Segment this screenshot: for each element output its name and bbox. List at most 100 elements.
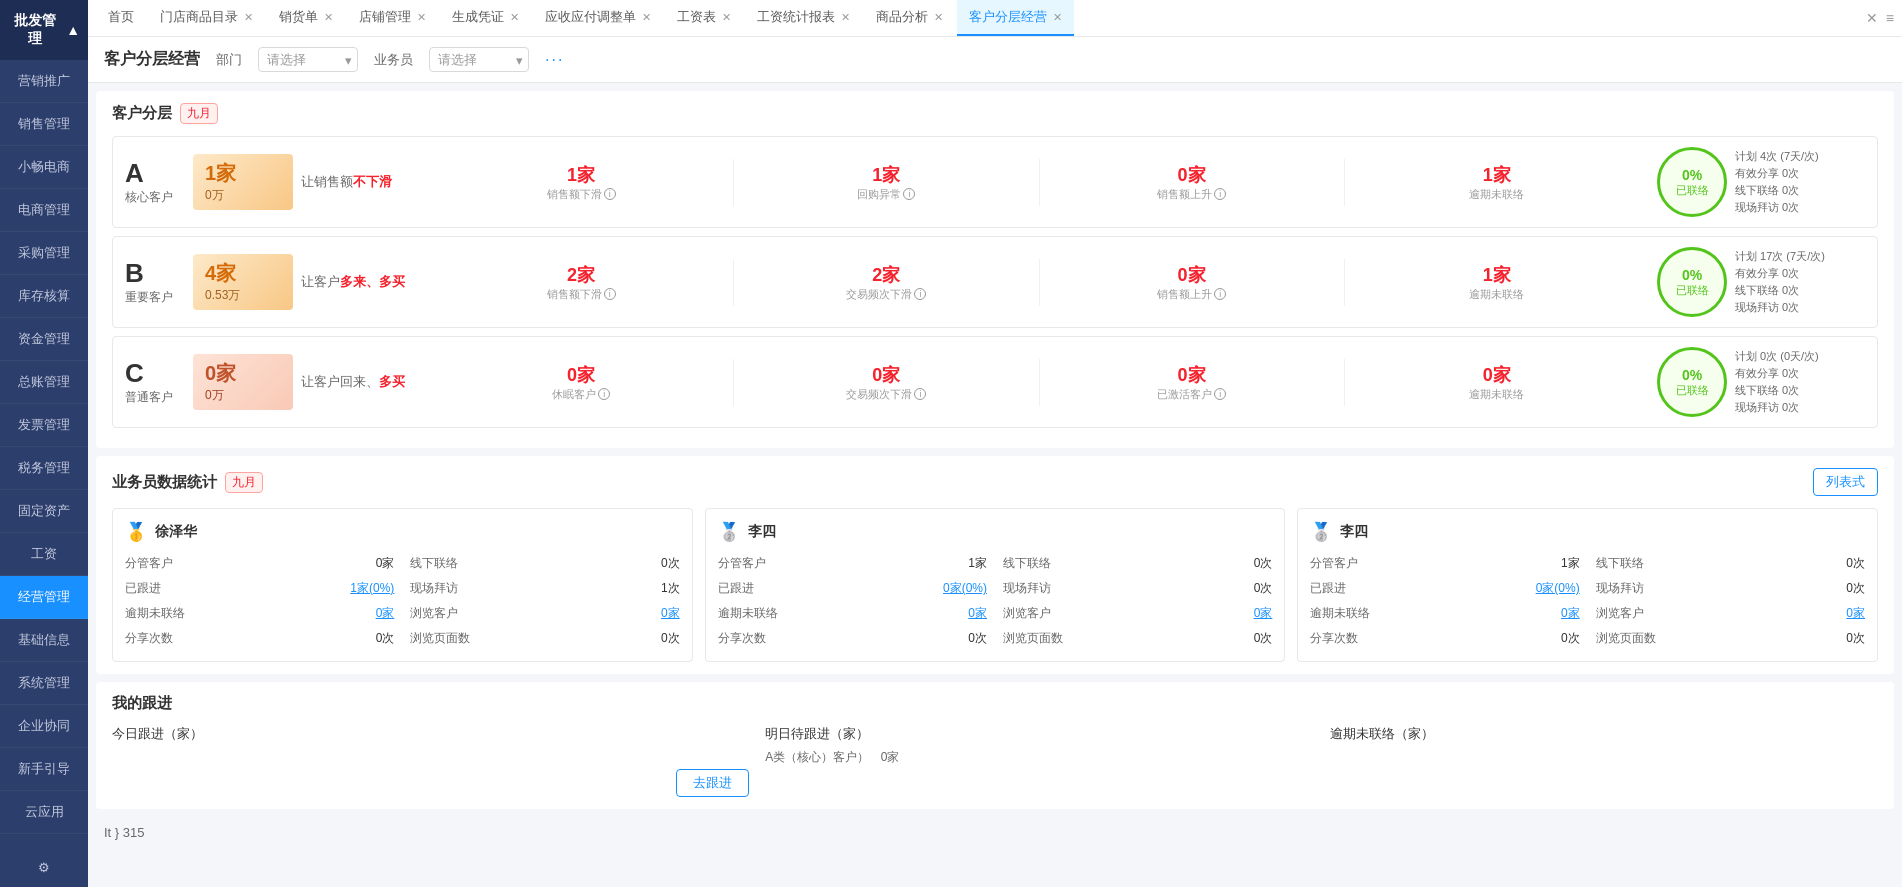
follow-section: 我的跟进 今日跟进（家） 去跟进 明日待跟进（家） A类（核心）客户） 0家 (96, 682, 1894, 809)
sidebar-item-tax[interactable]: 税务管理 (0, 447, 88, 490)
agent-card-0: 🥇 徐泽华 分管客户 0家 线下联络 0次 已跟进 (112, 508, 693, 662)
sidebar-item-cloud[interactable]: 云应用 (0, 791, 88, 834)
tab-close-store-mgmt[interactable]: ✕ (417, 11, 426, 24)
info-icon-c-1[interactable]: i (598, 388, 610, 400)
info-icon-c-3[interactable]: i (1214, 388, 1226, 400)
agent-cards: 🥇 徐泽华 分管客户 0家 线下联络 0次 已跟进 (112, 508, 1878, 662)
agent-browse-cust-1[interactable]: 0家 (1254, 605, 1273, 622)
agent-visit-2: 0次 (1846, 580, 1865, 597)
agent-stats-0: 分管客户 0家 线下联络 0次 已跟进 1家(0%) 现场拜访 (125, 553, 680, 649)
tab-product-analysis[interactable]: 商品分析 ✕ (864, 0, 955, 36)
agent-browse-cust-2[interactable]: 0家 (1846, 605, 1865, 622)
sidebar-item-ledger[interactable]: 总账管理 (0, 361, 88, 404)
agent-followed-1[interactable]: 0家(0%) (943, 580, 987, 597)
tab-payroll-report[interactable]: 工资统计报表 ✕ (745, 0, 862, 36)
sidebar-item-salary[interactable]: 工资 (0, 533, 88, 576)
follow-now-button[interactable]: 去跟进 (676, 769, 749, 797)
tier-stat-num-b-4: 1家 (1353, 263, 1641, 287)
sidebar-top-menu[interactable]: 批发管理 ▲ (0, 0, 88, 60)
sidebar-gear-icon[interactable]: ⚙ (0, 848, 88, 887)
sidebar-item-assets[interactable]: 固定资产 (0, 490, 88, 533)
sidebar-item-management[interactable]: 经营管理 (0, 576, 88, 619)
info-icon-b-1[interactable]: i (604, 288, 616, 300)
agent-name-0: 徐泽华 (155, 523, 197, 541)
tier-label-a: A 核心客户 (125, 158, 185, 206)
agent-card-1: 🥈 李四 分管客户 1家 线下联络 0次 已跟进 (705, 508, 1286, 662)
follow-section-header: 我的跟进 (112, 694, 1878, 713)
agent-overdue-1[interactable]: 0家 (968, 605, 987, 622)
sidebar-item-inventory[interactable]: 库存核算 (0, 275, 88, 318)
tab-store-mgmt[interactable]: 店铺管理 ✕ (347, 0, 438, 36)
agent-card-header-1: 🥈 李四 (718, 521, 1273, 543)
info-icon-b-3[interactable]: i (1214, 288, 1226, 300)
list-view-button[interactable]: 列表式 (1813, 468, 1878, 496)
agent-stat-browse-cust-label-2: 浏览客户 0家 (1596, 603, 1865, 624)
tier-offline-c: 线下联络 0次 (1735, 383, 1865, 398)
agent-managed-2: 1家 (1561, 555, 1580, 572)
sidebar-item-ecom-small[interactable]: 小畅电商 (0, 146, 88, 189)
tab-close-customer-tier[interactable]: ✕ (1053, 11, 1062, 24)
tier-visit-a: 现场拜访 0次 (1735, 200, 1865, 215)
tab-close-store-products[interactable]: ✕ (244, 11, 253, 24)
agent-stat-browse-cust-label-1: 浏览客户 0家 (1003, 603, 1272, 624)
sidebar-collapse-icon[interactable]: ▲ (66, 22, 80, 38)
tab-store-products[interactable]: 门店商品目录 ✕ (148, 0, 265, 36)
tier-stats-c: 0家 休眠客户i 0家 交易频次下滑i 0家 已激活客户i 0家 逾期未联络 (429, 359, 1649, 406)
biz-title: 业务员数据统计 (112, 473, 217, 492)
info-icon-a-2[interactable]: i (903, 188, 915, 200)
sidebar-item-purchase[interactable]: 采购管理 (0, 232, 88, 275)
tabbar-close-icon[interactable]: ✕ (1866, 10, 1878, 26)
tier-offline-a: 线下联络 0次 (1735, 183, 1865, 198)
tab-close-sales-order[interactable]: ✕ (324, 11, 333, 24)
agent-followed-0[interactable]: 1家(0%) (350, 580, 394, 597)
agent-overdue-0[interactable]: 0家 (376, 605, 395, 622)
dept-select[interactable]: 请选择 (258, 47, 358, 72)
tier-stat-label-b-2: 交易频次下滑i (742, 287, 1030, 302)
tab-close-ar-ap[interactable]: ✕ (642, 11, 651, 24)
tabbar-menu-icon[interactable]: ≡ (1886, 10, 1894, 26)
tab-home[interactable]: 首页 (96, 0, 146, 36)
agent-stats-2: 分管客户 1家 线下联络 0次 已跟进 0家(0%) 现场拜访 (1310, 553, 1865, 649)
tab-close-voucher[interactable]: ✕ (510, 11, 519, 24)
tier-stat-label-c-4: 逾期未联络 (1353, 387, 1641, 402)
tier-stat-num-c-2: 0家 (742, 363, 1030, 387)
tab-voucher[interactable]: 生成凭证 ✕ (440, 0, 531, 36)
biz-stats-section: 业务员数据统计 九月 列表式 🥇 徐泽华 分管客户 0家 (96, 456, 1894, 674)
tier-stat-label-a-2: 回购异常i (742, 187, 1030, 202)
tier-circle-label-c: 已联络 (1676, 383, 1709, 398)
tab-close-product-analysis[interactable]: ✕ (934, 11, 943, 24)
sidebar-item-marketing[interactable]: 营销推广 (0, 60, 88, 103)
agent-stat-offline-label-2: 线下联络 0次 (1596, 553, 1865, 574)
page-title: 客户分层经营 (104, 49, 200, 70)
tab-ar-ap[interactable]: 应收应付调整单 ✕ (533, 0, 663, 36)
agent-followed-2[interactable]: 0家(0%) (1536, 580, 1580, 597)
sidebar-item-ecom[interactable]: 电商管理 (0, 189, 88, 232)
sidebar-item-invoice[interactable]: 发票管理 (0, 404, 88, 447)
tab-close-payroll-report[interactable]: ✕ (841, 11, 850, 24)
agent-shares-0: 0次 (376, 630, 395, 647)
follow-btn-wrap: 去跟进 (676, 725, 749, 797)
info-icon-a-1[interactable]: i (604, 188, 616, 200)
agent-stat-overdue-label-0: 逾期未联络 0家 (125, 603, 394, 624)
sidebar-item-basic[interactable]: 基础信息 (0, 619, 88, 662)
more-options-btn[interactable]: ··· (545, 51, 564, 69)
sidebar-item-sales[interactable]: 销售管理 (0, 103, 88, 146)
info-icon-c-2[interactable]: i (914, 388, 926, 400)
sidebar-item-finance[interactable]: 资金管理 (0, 318, 88, 361)
info-icon-b-2[interactable]: i (914, 288, 926, 300)
agent-stat-browse-pages-label-1: 浏览页面数 0次 (1003, 628, 1272, 649)
dept-select-wrap: 请选择 (258, 47, 358, 72)
agent-browse-cust-0[interactable]: 0家 (661, 605, 680, 622)
agent-select[interactable]: 请选择 (429, 47, 529, 72)
sidebar-item-collab[interactable]: 企业协同 (0, 705, 88, 748)
agent-overdue-2[interactable]: 0家 (1561, 605, 1580, 622)
tab-sales-order[interactable]: 销货单 ✕ (267, 0, 345, 36)
sidebar-item-system[interactable]: 系统管理 (0, 662, 88, 705)
tab-payroll[interactable]: 工资表 ✕ (665, 0, 743, 36)
tier-stat-num-b-2: 2家 (742, 263, 1030, 287)
tab-customer-tier[interactable]: 客户分层经营 ✕ (957, 0, 1074, 36)
tier-stat-c-4: 0家 逾期未联络 (1345, 359, 1649, 406)
sidebar-item-guide[interactable]: 新手引导 (0, 748, 88, 791)
tab-close-payroll[interactable]: ✕ (722, 11, 731, 24)
info-icon-a-3[interactable]: i (1214, 188, 1226, 200)
